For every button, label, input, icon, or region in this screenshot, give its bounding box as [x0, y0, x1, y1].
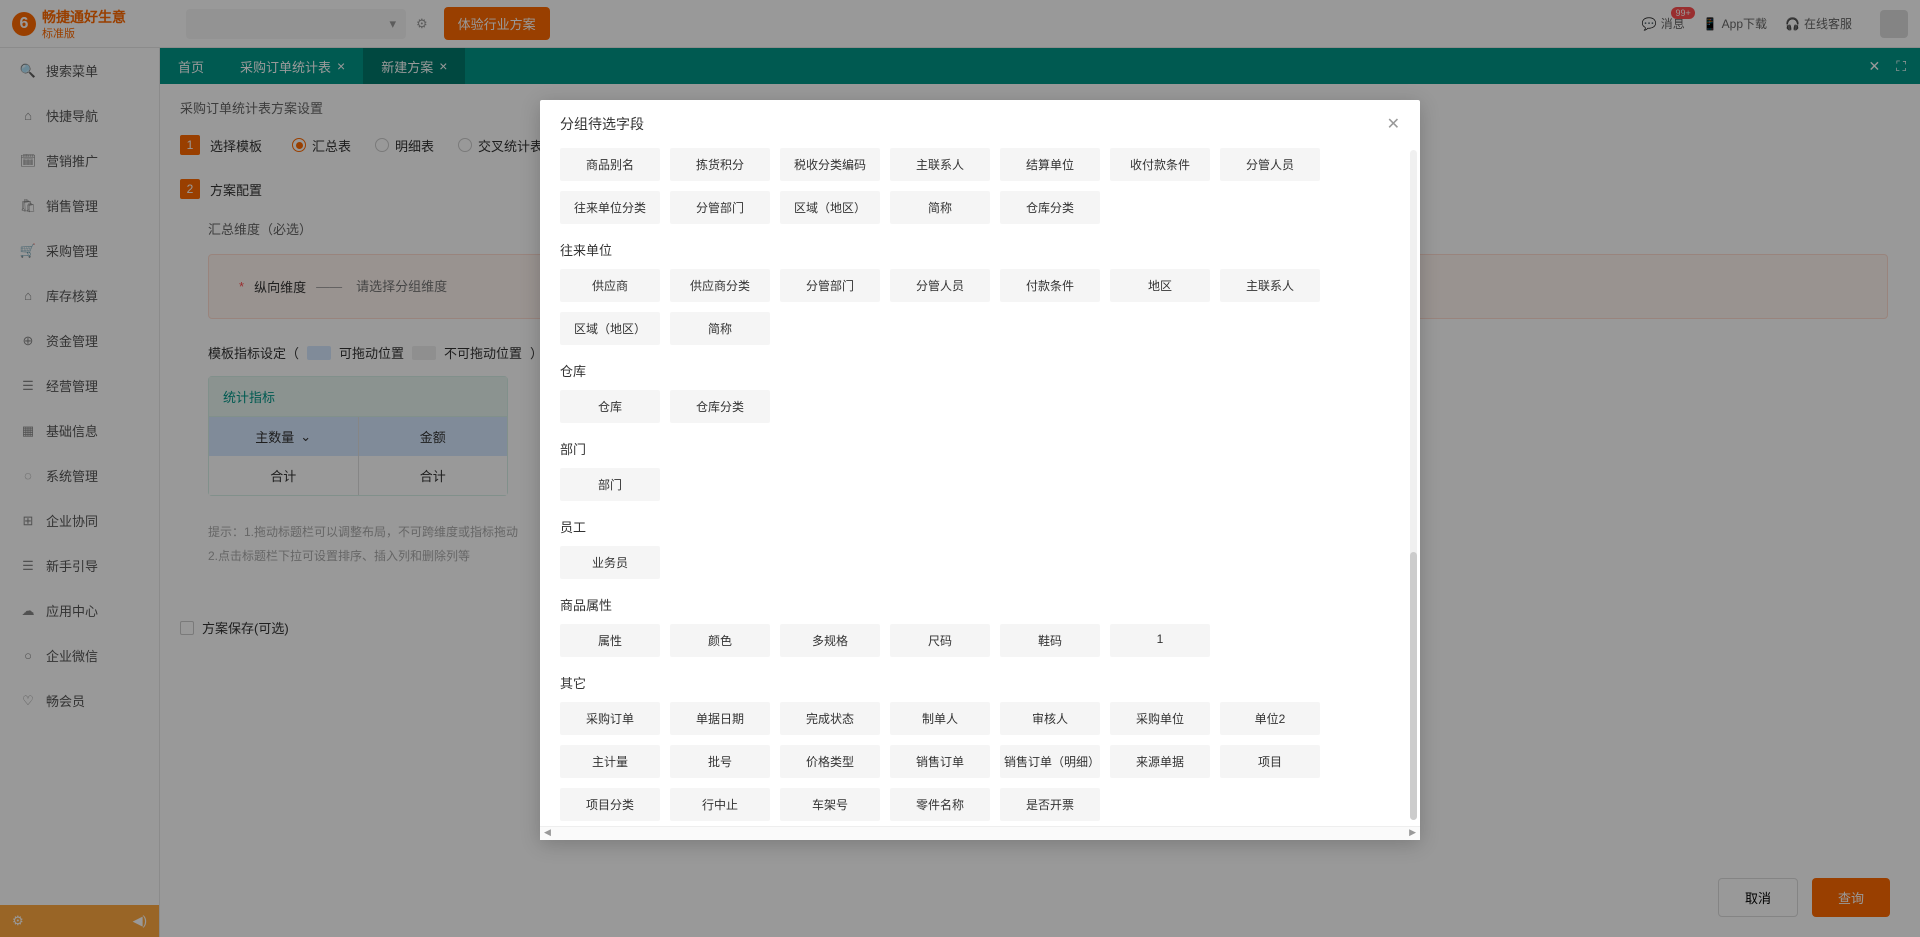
- field-chip[interactable]: 结算单位: [1000, 148, 1100, 181]
- field-chip[interactable]: 采购单位: [1110, 702, 1210, 735]
- field-chip[interactable]: 仓库分类: [1000, 191, 1100, 224]
- field-chip[interactable]: 主计量: [560, 745, 660, 778]
- modal-horizontal-scrollbar[interactable]: [540, 826, 1420, 840]
- field-chip[interactable]: 价格类型: [780, 745, 880, 778]
- group-title: 员工: [560, 517, 1400, 536]
- field-chip[interactable]: 项目: [1220, 745, 1320, 778]
- field-chip[interactable]: 分管部门: [670, 191, 770, 224]
- field-chip[interactable]: 制单人: [890, 702, 990, 735]
- field-row: 采购订单单据日期完成状态制单人审核人采购单位单位2 主计量批号价格类型销售订单销售…: [560, 702, 1400, 821]
- field-chip[interactable]: 分管人员: [890, 269, 990, 302]
- modal-scrollbar[interactable]: [1410, 150, 1417, 820]
- field-group: 其它采购订单单据日期完成状态制单人审核人采购单位单位2主计量批号价格类型销售订单…: [560, 673, 1400, 821]
- field-chip[interactable]: 地区: [1110, 269, 1210, 302]
- field-chip[interactable]: 销售订单: [890, 745, 990, 778]
- field-chip[interactable]: 审核人: [1000, 702, 1100, 735]
- group-title: 往来单位: [560, 240, 1400, 259]
- field-selector-modal: 分组待选字段 ✕ 商品别名拣货积分税收分类编码主联系人结算单位收付款条件分管人员…: [540, 100, 1420, 840]
- modal-body: 商品别名拣货积分税收分类编码主联系人结算单位收付款条件分管人员往来单位分类分管部…: [540, 148, 1420, 826]
- field-group: 仓库仓库仓库分类: [560, 361, 1400, 423]
- group-title: 其它: [560, 673, 1400, 692]
- field-group: 员工业务员: [560, 517, 1400, 579]
- field-chip[interactable]: 零件名称: [890, 788, 990, 821]
- close-icon[interactable]: ✕: [1387, 114, 1400, 134]
- field-chip[interactable]: 属性: [560, 624, 660, 657]
- field-chip[interactable]: 1: [1110, 624, 1210, 657]
- group-title: 部门: [560, 439, 1400, 458]
- field-chip[interactable]: 分管人员: [1220, 148, 1320, 181]
- field-chip[interactable]: 采购订单: [560, 702, 660, 735]
- field-chip[interactable]: 行中止: [670, 788, 770, 821]
- field-chip[interactable]: 简称: [890, 191, 990, 224]
- field-chip[interactable]: 完成状态: [780, 702, 880, 735]
- scrollbar-thumb[interactable]: [1410, 552, 1417, 820]
- field-row: 部门: [560, 468, 1400, 501]
- modal-title: 分组待选字段: [560, 114, 644, 134]
- field-chip[interactable]: 来源单据: [1110, 745, 1210, 778]
- field-chip[interactable]: 仓库分类: [670, 390, 770, 423]
- field-chip[interactable]: 收付款条件: [1110, 148, 1210, 181]
- field-chip[interactable]: 主联系人: [1220, 269, 1320, 302]
- field-row: 商品别名拣货积分税收分类编码主联系人结算单位收付款条件分管人员: [560, 148, 1400, 181]
- field-chip[interactable]: 主联系人: [890, 148, 990, 181]
- field-chip[interactable]: 部门: [560, 468, 660, 501]
- field-chip[interactable]: 供应商: [560, 269, 660, 302]
- field-chip[interactable]: 仓库: [560, 390, 660, 423]
- field-chip[interactable]: 项目分类: [560, 788, 660, 821]
- field-chip[interactable]: 简称: [670, 312, 770, 345]
- field-chip[interactable]: 供应商分类: [670, 269, 770, 302]
- field-chip[interactable]: 业务员: [560, 546, 660, 579]
- field-chip[interactable]: 单位2: [1220, 702, 1320, 735]
- field-group: 部门部门: [560, 439, 1400, 501]
- field-chip[interactable]: 区域（地区）: [560, 312, 660, 345]
- field-chip[interactable]: 商品别名: [560, 148, 660, 181]
- field-chip[interactable]: 多规格: [780, 624, 880, 657]
- group-title: 仓库: [560, 361, 1400, 380]
- field-chip[interactable]: 销售订单（明细）: [1000, 745, 1100, 778]
- field-chip[interactable]: 单据日期: [670, 702, 770, 735]
- field-group: 商品属性属性颜色多规格尺码鞋码 1: [560, 595, 1400, 657]
- group-title: 商品属性: [560, 595, 1400, 614]
- field-chip[interactable]: 颜色: [670, 624, 770, 657]
- field-chip[interactable]: 拣货积分: [670, 148, 770, 181]
- field-chip[interactable]: 鞋码: [1000, 624, 1100, 657]
- field-row: 仓库仓库分类: [560, 390, 1400, 423]
- field-chip[interactable]: 分管部门: [780, 269, 880, 302]
- field-chip[interactable]: 是否开票: [1000, 788, 1100, 821]
- field-row: 往来单位分类分管部门区域（地区） 简称仓库分类: [560, 191, 1400, 224]
- field-row: 业务员: [560, 546, 1400, 579]
- field-chip[interactable]: 区域（地区）: [780, 191, 880, 224]
- field-chip[interactable]: 付款条件: [1000, 269, 1100, 302]
- field-chip[interactable]: 税收分类编码: [780, 148, 880, 181]
- field-chip[interactable]: 尺码: [890, 624, 990, 657]
- field-chip[interactable]: 车架号: [780, 788, 880, 821]
- field-chip[interactable]: 批号: [670, 745, 770, 778]
- field-row: 属性颜色多规格尺码鞋码 1: [560, 624, 1400, 657]
- field-group: 往来单位供应商供应商分类分管部门分管人员付款条件地区主联系人区域（地区） 简称: [560, 240, 1400, 345]
- field-row: 供应商供应商分类分管部门分管人员付款条件地区主联系人区域（地区） 简称: [560, 269, 1400, 345]
- modal-header: 分组待选字段 ✕: [540, 100, 1420, 148]
- field-chip[interactable]: 往来单位分类: [560, 191, 660, 224]
